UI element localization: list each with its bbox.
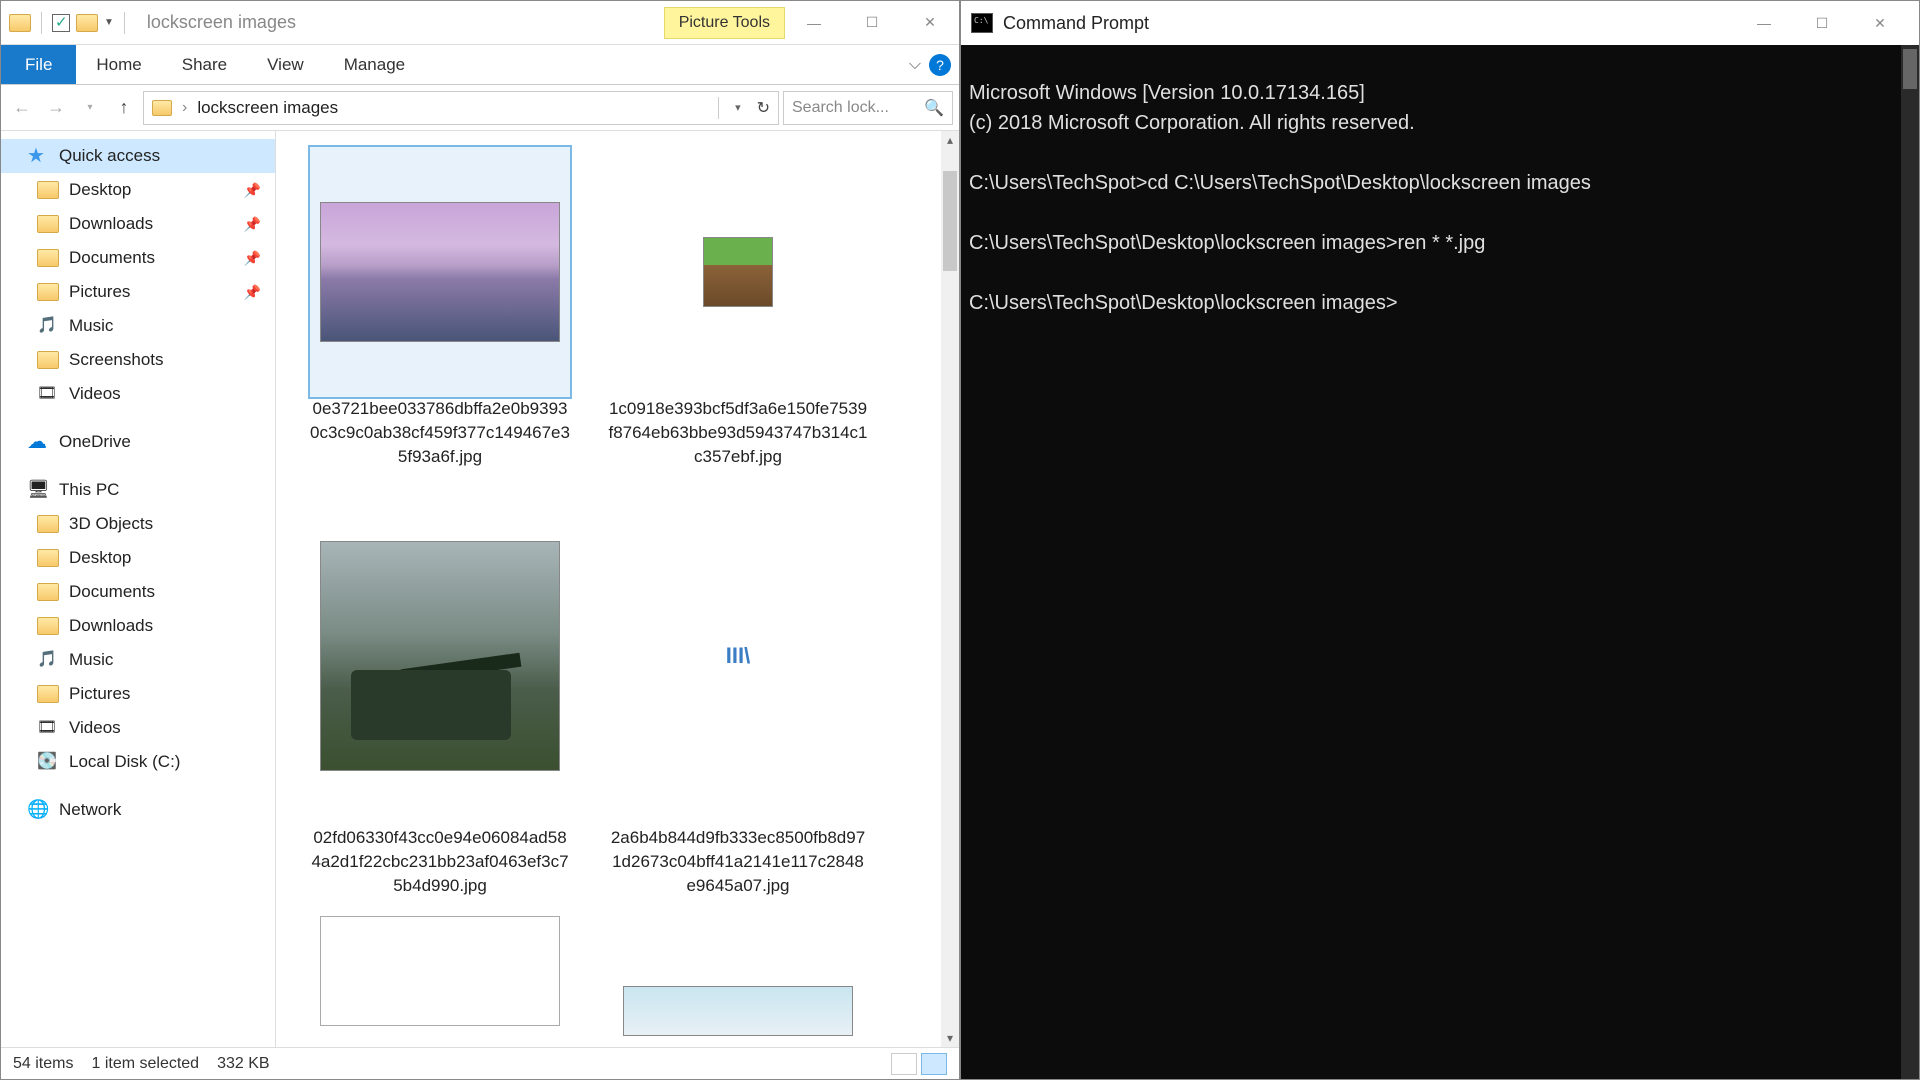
search-icon: 🔍 xyxy=(924,98,944,118)
thumbnail-image xyxy=(320,202,560,342)
sidebar-item-desktop2[interactable]: Desktop xyxy=(1,541,275,575)
file-name: 2a6b4b844d9fb333ec8500fb8d971d2673c04bff… xyxy=(608,826,868,897)
file-item[interactable] xyxy=(300,916,580,1036)
status-item-count: 54 items xyxy=(13,1055,73,1073)
address-bar[interactable]: › lockscreen images ▾ ↻ xyxy=(143,91,779,125)
address-dropdown-icon[interactable]: ▾ xyxy=(735,101,741,114)
help-icon[interactable]: ? xyxy=(929,54,951,76)
details-view-button[interactable] xyxy=(891,1053,917,1075)
sidebar-item-screenshots[interactable]: Screenshots xyxy=(1,343,275,377)
qat-properties-icon[interactable] xyxy=(52,14,70,32)
cmd-minimize-button[interactable]: — xyxy=(1735,1,1793,45)
search-input[interactable]: Search lock... 🔍 xyxy=(783,91,953,125)
cmd-terminal[interactable]: Microsoft Windows [Version 10.0.17134.16… xyxy=(961,45,1919,1079)
sidebar-quick-access[interactable]: Quick access xyxy=(1,139,275,173)
picture-tools-tab[interactable]: Picture Tools xyxy=(664,7,785,39)
sidebar-item-desktop[interactable]: Desktop📌 xyxy=(1,173,275,207)
file-name: 02fd06330f43cc0e94e06084ad584a2d1f22cbc2… xyxy=(310,826,570,897)
cmd-icon xyxy=(971,13,993,33)
file-explorer-window: ▼ lockscreen images Picture Tools — ☐ ✕ … xyxy=(0,0,960,1080)
ribbon-manage-tab[interactable]: Manage xyxy=(324,45,425,84)
ribbon-share-tab[interactable]: Share xyxy=(162,45,247,84)
cmd-maximize-button[interactable]: ☐ xyxy=(1793,1,1851,45)
nav-recent-dropdown[interactable]: ▾ xyxy=(75,93,105,123)
sidebar-item-pictures[interactable]: Pictures📌 xyxy=(1,275,275,309)
sidebar-item-documents2[interactable]: Documents xyxy=(1,575,275,609)
cmd-window-title: Command Prompt xyxy=(1003,13,1725,34)
sidebar-this-pc[interactable]: This PC xyxy=(1,473,275,507)
file-list[interactable]: 0e3721bee033786dbffa2e0b93930c3c9c0ab38c… xyxy=(276,131,959,1047)
sidebar-item-downloads[interactable]: Downloads📌 xyxy=(1,207,275,241)
maximize-button[interactable]: ☐ xyxy=(843,1,901,45)
nav-pane: Quick access Desktop📌 Downloads📌 Documen… xyxy=(1,131,276,1047)
file-item[interactable] xyxy=(598,916,878,1036)
ribbon-collapse-icon[interactable]: ⌵ xyxy=(909,56,921,74)
file-item[interactable]: III\ 2a6b4b844d9fb333ec8500fb8d971d2673c… xyxy=(598,486,878,897)
ribbon-home-tab[interactable]: Home xyxy=(76,45,161,84)
cmd-scrollbar[interactable] xyxy=(1901,45,1919,1079)
explorer-titlebar[interactable]: ▼ lockscreen images Picture Tools — ☐ ✕ xyxy=(1,1,959,45)
sidebar-item-downloads2[interactable]: Downloads xyxy=(1,609,275,643)
window-folder-icon xyxy=(9,14,31,32)
cmd-close-button[interactable]: ✕ xyxy=(1851,1,1909,45)
pin-icon: 📌 xyxy=(244,284,261,301)
qat-newfolder-icon[interactable] xyxy=(76,14,98,32)
scrollbar-thumb[interactable] xyxy=(943,171,957,271)
pin-icon: 📌 xyxy=(244,216,261,233)
sidebar-item-pictures2[interactable]: Pictures xyxy=(1,677,275,711)
cmd-line: C:\Users\TechSpot>cd C:\Users\TechSpot\D… xyxy=(969,172,1591,194)
file-item[interactable]: 1c0918e393bcf5df3a6e150fe7539f8764eb63bb… xyxy=(598,147,878,468)
sidebar-onedrive[interactable]: OneDrive xyxy=(1,425,275,459)
sidebar-item-music2[interactable]: Music xyxy=(1,643,275,677)
ribbon-file-tab[interactable]: File xyxy=(1,45,76,84)
nav-up-button[interactable]: ↑ xyxy=(109,93,139,123)
ribbon-view-tab[interactable]: View xyxy=(247,45,324,84)
thumbnail-image xyxy=(320,916,560,1026)
nav-back-button[interactable]: ← xyxy=(7,93,37,123)
status-selected: 1 item selected xyxy=(91,1055,199,1073)
status-size: 332 KB xyxy=(217,1055,269,1073)
minimize-button[interactable]: — xyxy=(785,1,843,45)
sidebar-item-documents[interactable]: Documents📌 xyxy=(1,241,275,275)
breadcrumb[interactable]: lockscreen images xyxy=(197,98,338,118)
sidebar-item-videos2[interactable]: Videos xyxy=(1,711,275,745)
pin-icon: 📌 xyxy=(244,250,261,267)
close-button[interactable]: ✕ xyxy=(901,1,959,45)
thumbnail-image: III\ xyxy=(703,621,773,691)
nav-forward-button[interactable]: → xyxy=(41,93,71,123)
cmd-scrollbar-thumb[interactable] xyxy=(1903,49,1917,89)
address-folder-icon xyxy=(152,100,172,116)
sidebar-network[interactable]: Network xyxy=(1,793,275,827)
thumbnails-view-button[interactable] xyxy=(921,1053,947,1075)
file-item[interactable]: 02fd06330f43cc0e94e06084ad584a2d1f22cbc2… xyxy=(300,486,580,897)
cmd-line: Microsoft Windows [Version 10.0.17134.16… xyxy=(969,82,1365,104)
ribbon: File Home Share View Manage ⌵ ? xyxy=(1,45,959,85)
sidebar-item-localdisk[interactable]: Local Disk (C:) xyxy=(1,745,275,779)
thumbnail-image xyxy=(703,237,773,307)
window-title: lockscreen images xyxy=(137,12,664,33)
file-item[interactable]: 0e3721bee033786dbffa2e0b93930c3c9c0ab38c… xyxy=(300,147,580,468)
refresh-icon[interactable]: ↻ xyxy=(757,98,770,118)
cmd-titlebar[interactable]: Command Prompt — ☐ ✕ xyxy=(961,1,1919,45)
vertical-scrollbar[interactable]: ▴ ▾ xyxy=(941,131,959,1047)
search-placeholder: Search lock... xyxy=(792,99,924,117)
file-name: 0e3721bee033786dbffa2e0b93930c3c9c0ab38c… xyxy=(310,397,570,468)
thumbnail-image xyxy=(320,541,560,771)
file-name: 1c0918e393bcf5df3a6e150fe7539f8764eb63bb… xyxy=(608,397,868,468)
qat-dropdown-icon[interactable]: ▼ xyxy=(104,17,114,28)
pin-icon: 📌 xyxy=(244,182,261,199)
sidebar-item-music[interactable]: Music xyxy=(1,309,275,343)
cmd-line: (c) 2018 Microsoft Corporation. All righ… xyxy=(969,112,1415,134)
command-prompt-window: Command Prompt — ☐ ✕ Microsoft Windows [… xyxy=(960,0,1920,1080)
sidebar-item-videos[interactable]: Videos xyxy=(1,377,275,411)
sidebar-item-3dobjects[interactable]: 3D Objects xyxy=(1,507,275,541)
cmd-line: C:\Users\TechSpot\Desktop\lockscreen ima… xyxy=(969,232,1485,254)
thumbnail-image xyxy=(623,986,853,1036)
cmd-line: C:\Users\TechSpot\Desktop\lockscreen ima… xyxy=(969,292,1398,314)
status-bar: 54 items 1 item selected 332 KB xyxy=(1,1047,959,1079)
nav-toolbar: ← → ▾ ↑ › lockscreen images ▾ ↻ Search l… xyxy=(1,85,959,131)
